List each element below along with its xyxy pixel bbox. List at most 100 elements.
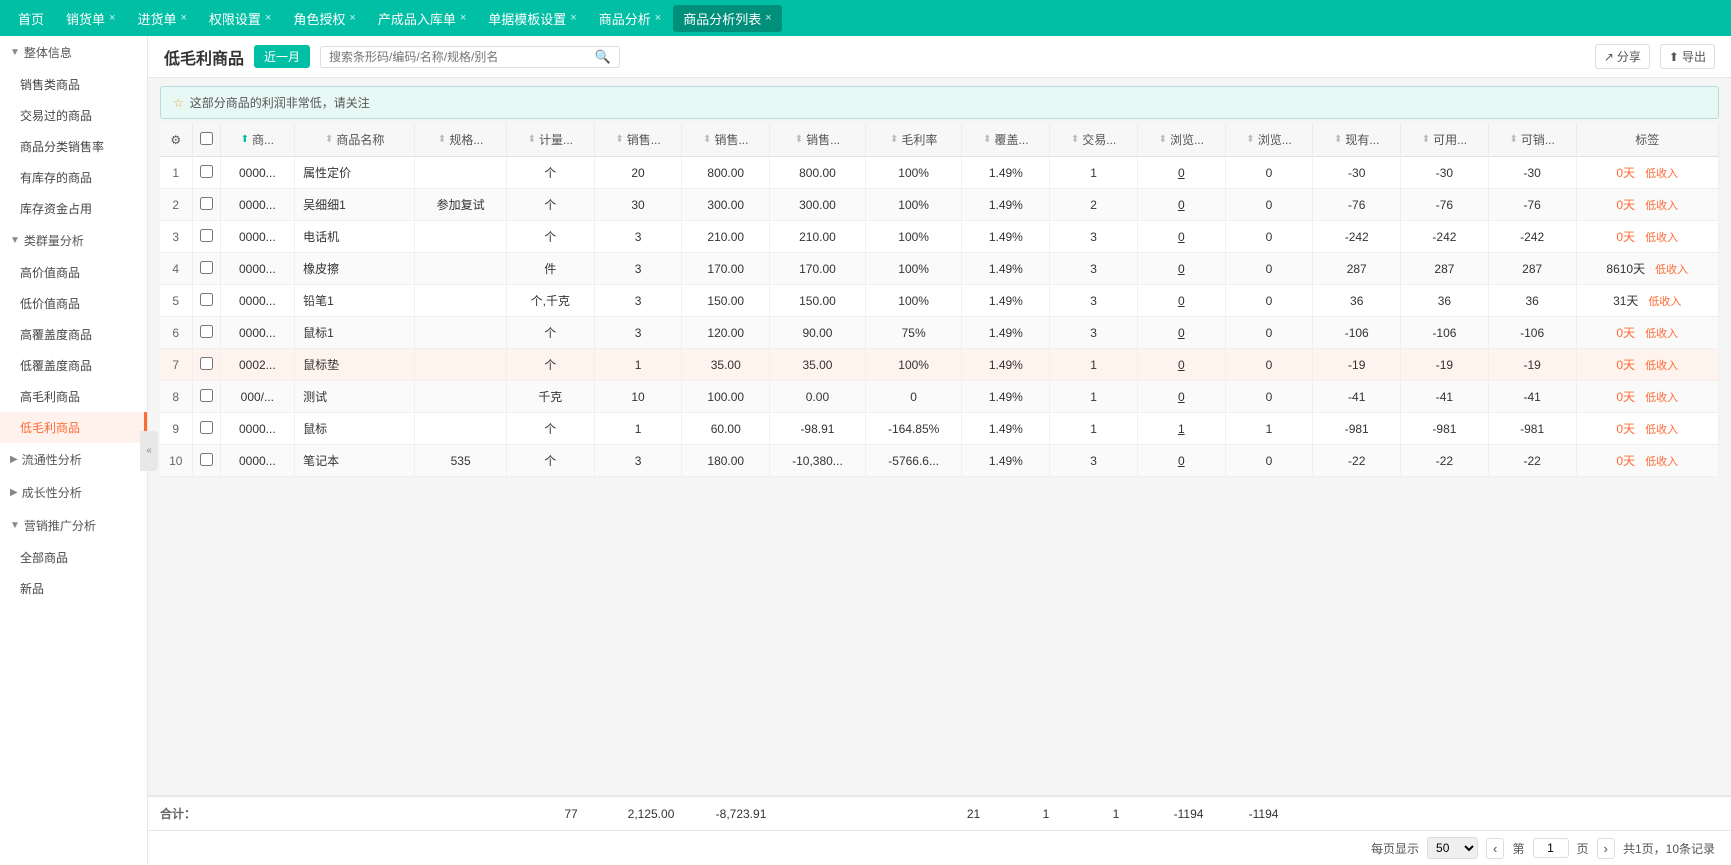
next-page-btn[interactable]: › bbox=[1597, 838, 1615, 859]
nav-product-entry[interactable]: 产成品入库单 × bbox=[368, 5, 476, 32]
row-unit: 个 bbox=[506, 157, 594, 189]
sidebar-item-traded-goods[interactable]: 交易过的商品 bbox=[0, 100, 147, 131]
col-settings[interactable]: ⚙ bbox=[160, 123, 192, 157]
col-available[interactable]: ⬍ 可用... bbox=[1401, 123, 1489, 157]
row-name[interactable]: 鼠标 bbox=[295, 413, 415, 445]
row-name[interactable]: 橡皮擦 bbox=[295, 253, 415, 285]
col-name[interactable]: ⬍ 商品名称 bbox=[295, 123, 415, 157]
row-name[interactable]: 铅笔1 bbox=[295, 285, 415, 317]
col-unit[interactable]: ⬍ 计量... bbox=[506, 123, 594, 157]
nav-home[interactable]: 首页 bbox=[8, 5, 54, 32]
share-button[interactable]: ↗ 分享 bbox=[1595, 44, 1650, 69]
row-checkbox[interactable] bbox=[200, 229, 213, 242]
row-browse1[interactable]: 0 bbox=[1137, 285, 1225, 317]
col-browse1[interactable]: ⬍ 浏览... bbox=[1137, 123, 1225, 157]
export-button[interactable]: ⬆ 导出 bbox=[1660, 44, 1715, 69]
row-name[interactable]: 吴细细1 bbox=[295, 189, 415, 221]
row-checkbox[interactable] bbox=[200, 453, 213, 466]
row-browse1[interactable]: 0 bbox=[1137, 221, 1225, 253]
nav-close-analysis[interactable]: × bbox=[655, 12, 661, 24]
col-checkbox bbox=[192, 123, 220, 157]
nav-role-auth[interactable]: 角色授权 × bbox=[283, 5, 365, 32]
col-browse2[interactable]: ⬍ 浏览... bbox=[1225, 123, 1313, 157]
sidebar-item-stock-goods[interactable]: 有库存的商品 bbox=[0, 162, 147, 193]
nav-close-purchase[interactable]: × bbox=[180, 12, 186, 24]
nav-sales-order[interactable]: 销货单 × bbox=[56, 5, 125, 32]
row-browse1[interactable]: 0 bbox=[1137, 317, 1225, 349]
row-browse1[interactable]: 0 bbox=[1137, 253, 1225, 285]
row-browse1[interactable]: 0 bbox=[1137, 445, 1225, 477]
nav-close-product[interactable]: × bbox=[460, 12, 466, 24]
col-gross[interactable]: ⬍ 毛利率 bbox=[865, 123, 962, 157]
row-name[interactable]: 属性定价 bbox=[295, 157, 415, 189]
search-input[interactable] bbox=[329, 50, 595, 64]
nav-product-analysis[interactable]: 商品分析 × bbox=[589, 5, 671, 32]
row-name[interactable]: 电话机 bbox=[295, 221, 415, 253]
col-trade[interactable]: ⬍ 交易... bbox=[1050, 123, 1138, 157]
row-browse1[interactable]: 0 bbox=[1137, 381, 1225, 413]
nav-close-permission[interactable]: × bbox=[265, 12, 271, 24]
sidebar-group-marketing[interactable]: ▼ 营销推广分析 bbox=[0, 509, 147, 542]
row-checkbox-cell bbox=[192, 445, 220, 477]
row-checkbox[interactable] bbox=[200, 421, 213, 434]
sidebar-item-high-value[interactable]: 高价值商品 bbox=[0, 257, 147, 288]
sidebar-item-low-margin[interactable]: 低毛利商品 bbox=[0, 412, 147, 443]
per-page-select[interactable]: 50 20 100 bbox=[1427, 837, 1478, 859]
row-browse1[interactable]: 0 bbox=[1137, 157, 1225, 189]
col-sales1[interactable]: ⬍ 销售... bbox=[594, 123, 682, 157]
row-checkbox[interactable] bbox=[200, 325, 213, 338]
row-browse1[interactable]: 1 bbox=[1137, 413, 1225, 445]
col-sales2[interactable]: ⬍ 销售... bbox=[682, 123, 770, 157]
prev-page-btn[interactable]: ‹ bbox=[1486, 838, 1504, 859]
col-tag[interactable]: 标签 bbox=[1576, 123, 1718, 157]
row-checkbox[interactable] bbox=[200, 261, 213, 274]
sidebar-item-high-coverage[interactable]: 高覆盖度商品 bbox=[0, 319, 147, 350]
row-checkbox[interactable] bbox=[200, 165, 213, 178]
row-checkbox[interactable] bbox=[200, 197, 213, 210]
sidebar-item-new-goods[interactable]: 新品 bbox=[0, 573, 147, 604]
nav-close-template[interactable]: × bbox=[570, 12, 576, 24]
col-sales3[interactable]: ⬍ 销售... bbox=[770, 123, 866, 157]
nav-close-sales[interactable]: × bbox=[109, 12, 115, 24]
sort-icon-coverage: ⬍ bbox=[983, 134, 991, 145]
sidebar-item-all-goods[interactable]: 全部商品 bbox=[0, 542, 147, 573]
sidebar-group-growth[interactable]: ▶ 成长性分析 bbox=[0, 476, 147, 509]
sidebar-item-low-coverage[interactable]: 低覆盖度商品 bbox=[0, 350, 147, 381]
row-code: 0002... bbox=[220, 349, 295, 381]
nav-template-setting[interactable]: 单据模板设置 × bbox=[478, 5, 586, 32]
table-container[interactable]: ⚙ ⬆ 商... ⬍ bbox=[160, 123, 1719, 795]
row-name[interactable]: 鼠标1 bbox=[295, 317, 415, 349]
sidebar-group-flow[interactable]: ▶ 流通性分析 bbox=[0, 443, 147, 476]
sidebar-item-stock-capital[interactable]: 库存资金占用 bbox=[0, 193, 147, 224]
col-sellable[interactable]: ⬍ 可销... bbox=[1488, 123, 1576, 157]
col-coverage[interactable]: ⬍ 覆盖... bbox=[962, 123, 1050, 157]
sidebar-collapse-btn[interactable]: « bbox=[140, 431, 158, 471]
nav-close-role[interactable]: × bbox=[349, 12, 355, 24]
row-name[interactable]: 鼠标垫 bbox=[295, 349, 415, 381]
sidebar-group-cluster[interactable]: ▼ 类群量分析 bbox=[0, 224, 147, 257]
page-input[interactable] bbox=[1533, 838, 1569, 858]
row-tag: 低收入 bbox=[1645, 232, 1678, 244]
sidebar-item-high-margin[interactable]: 高毛利商品 bbox=[0, 381, 147, 412]
row-browse1[interactable]: 0 bbox=[1137, 349, 1225, 381]
select-all-checkbox[interactable] bbox=[200, 132, 213, 145]
sidebar-item-low-value[interactable]: 低价值商品 bbox=[0, 288, 147, 319]
settings-icon[interactable]: ⚙ bbox=[170, 133, 181, 147]
nav-permission[interactable]: 权限设置 × bbox=[199, 5, 281, 32]
sidebar-item-sales-goods[interactable]: 销售类商品 bbox=[0, 69, 147, 100]
nav-close-analysis-list[interactable]: × bbox=[765, 12, 771, 24]
sidebar-item-category-rate[interactable]: 商品分类销售率 bbox=[0, 131, 147, 162]
col-code[interactable]: ⬆ 商... bbox=[220, 123, 295, 157]
row-checkbox[interactable] bbox=[200, 293, 213, 306]
row-checkbox[interactable] bbox=[200, 357, 213, 370]
row-browse1[interactable]: 0 bbox=[1137, 189, 1225, 221]
col-current[interactable]: ⬍ 现有... bbox=[1313, 123, 1401, 157]
row-name[interactable]: 笔记本 bbox=[295, 445, 415, 477]
filter-btn-month[interactable]: 近一月 bbox=[254, 45, 310, 68]
col-spec[interactable]: ⬍ 规格... bbox=[415, 123, 507, 157]
row-name[interactable]: 测试 bbox=[295, 381, 415, 413]
nav-purchase-order[interactable]: 进货单 × bbox=[127, 5, 196, 32]
row-checkbox[interactable] bbox=[200, 389, 213, 402]
nav-product-analysis-list[interactable]: 商品分析列表 × bbox=[673, 5, 781, 32]
sidebar-group-overall[interactable]: ▼ 整体信息 bbox=[0, 36, 147, 69]
